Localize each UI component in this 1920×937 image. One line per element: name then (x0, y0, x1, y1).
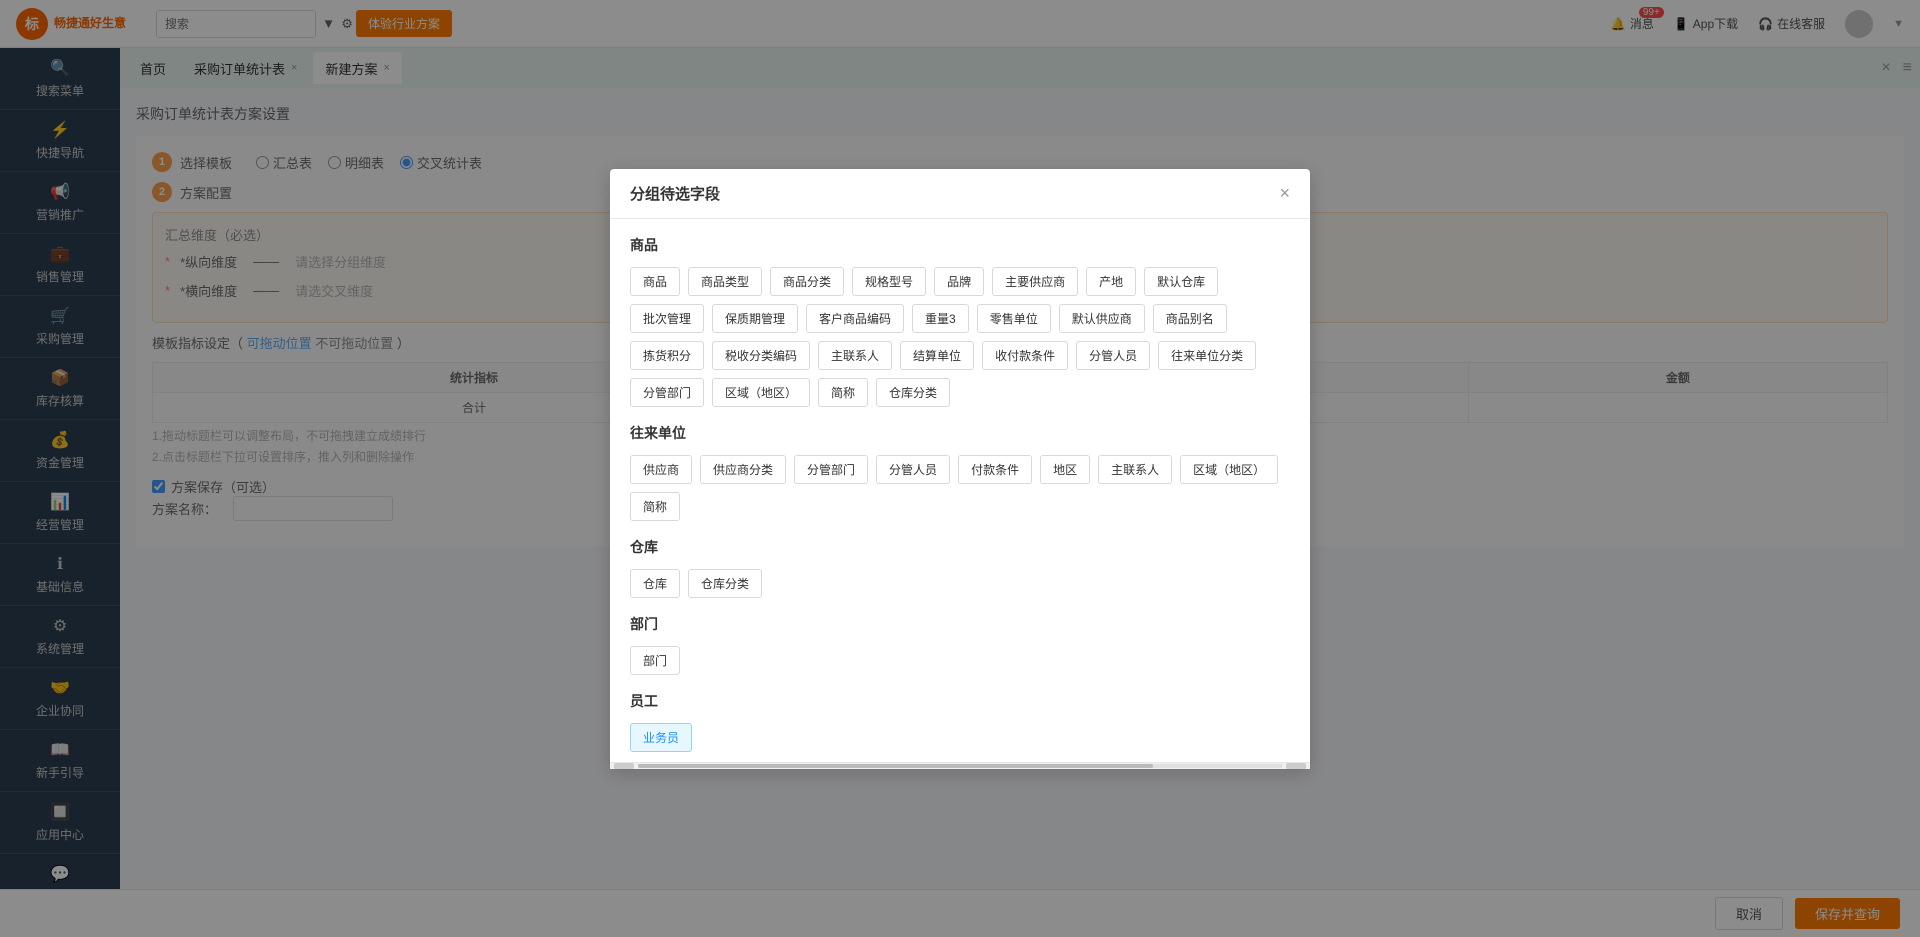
field-tag-staff[interactable]: 业务员 (630, 723, 692, 752)
scrollbar-track (638, 764, 1282, 768)
dialog-title: 分组待选字段 (630, 183, 720, 204)
field-tag[interactable]: 默认仓库 (1144, 267, 1218, 296)
overlay: 分组待选字段 × 商品 商品 商品类型 商品分类 规格型号 品牌 主要供应商 产… (0, 0, 1920, 937)
scrollbar-left-arrow[interactable] (614, 763, 634, 769)
field-tag[interactable]: 税收分类编码 (712, 341, 810, 370)
fields-partners: 供应商 供应商分类 分管部门 分管人员 付款条件 地区 主联系人 区域（地区） … (630, 455, 1290, 521)
field-tag[interactable]: 拣货积分 (630, 341, 704, 370)
field-tag[interactable]: 商品类型 (688, 267, 762, 296)
dialog-scrollbar-bottom (610, 762, 1310, 769)
field-tag[interactable]: 部门 (630, 646, 680, 675)
fields-staff: 业务员 (630, 723, 1290, 752)
field-tag[interactable]: 收付款条件 (982, 341, 1068, 370)
field-tag[interactable]: 分管人员 (876, 455, 950, 484)
field-tag[interactable]: 默认供应商 (1059, 304, 1145, 333)
section-title-warehouse: 仓库 (630, 537, 1290, 557)
field-tag[interactable]: 商品 (630, 267, 680, 296)
section-title-staff: 员工 (630, 691, 1290, 711)
field-tag[interactable]: 区域（地区） (1180, 455, 1278, 484)
field-tag[interactable]: 简称 (818, 378, 868, 407)
section-title-department: 部门 (630, 614, 1290, 634)
dialog-header: 分组待选字段 × (610, 169, 1310, 219)
section-title-partners: 往来单位 (630, 423, 1290, 443)
field-tag[interactable]: 付款条件 (958, 455, 1032, 484)
fields-warehouse: 仓库 仓库分类 (630, 569, 1290, 598)
field-tag[interactable]: 供应商 (630, 455, 692, 484)
field-tag[interactable]: 仓库 (630, 569, 680, 598)
fields-goods: 商品 商品类型 商品分类 规格型号 品牌 主要供应商 产地 默认仓库 批次管理 … (630, 267, 1290, 407)
scrollbar-thumb[interactable] (638, 764, 1153, 768)
field-tag[interactable]: 重量3 (912, 304, 969, 333)
field-tag[interactable]: 供应商分类 (700, 455, 786, 484)
field-tag[interactable]: 批次管理 (630, 304, 704, 333)
field-tag[interactable]: 主联系人 (1098, 455, 1172, 484)
field-tag[interactable]: 产地 (1086, 267, 1136, 296)
dialog-close-button[interactable]: × (1279, 184, 1290, 202)
field-tag[interactable]: 规格型号 (852, 267, 926, 296)
field-tag[interactable]: 零售单位 (977, 304, 1051, 333)
dialog-body: 商品 商品 商品类型 商品分类 规格型号 品牌 主要供应商 产地 默认仓库 批次… (610, 219, 1310, 762)
field-tag[interactable]: 结算单位 (900, 341, 974, 370)
field-tag[interactable]: 简称 (630, 492, 680, 521)
field-tag[interactable]: 仓库分类 (688, 569, 762, 598)
field-tag[interactable]: 主联系人 (818, 341, 892, 370)
field-tag[interactable]: 仓库分类 (876, 378, 950, 407)
field-tag[interactable]: 主要供应商 (992, 267, 1078, 296)
scrollbar-right-arrow[interactable] (1286, 763, 1306, 769)
dialog: 分组待选字段 × 商品 商品 商品类型 商品分类 规格型号 品牌 主要供应商 产… (610, 169, 1310, 769)
field-tag[interactable]: 往来单位分类 (1158, 341, 1256, 370)
field-tag[interactable]: 分管部门 (630, 378, 704, 407)
field-tag[interactable]: 分管人员 (1076, 341, 1150, 370)
field-tag[interactable]: 保质期管理 (712, 304, 798, 333)
field-tag[interactable]: 商品分类 (770, 267, 844, 296)
field-tag[interactable]: 地区 (1040, 455, 1090, 484)
field-tag[interactable]: 分管部门 (794, 455, 868, 484)
field-tag[interactable]: 客户商品编码 (806, 304, 904, 333)
field-tag[interactable]: 区域（地区） (712, 378, 810, 407)
field-tag[interactable]: 商品别名 (1153, 304, 1227, 333)
section-title-goods: 商品 (630, 235, 1290, 255)
fields-department: 部门 (630, 646, 1290, 675)
field-tag[interactable]: 品牌 (934, 267, 984, 296)
